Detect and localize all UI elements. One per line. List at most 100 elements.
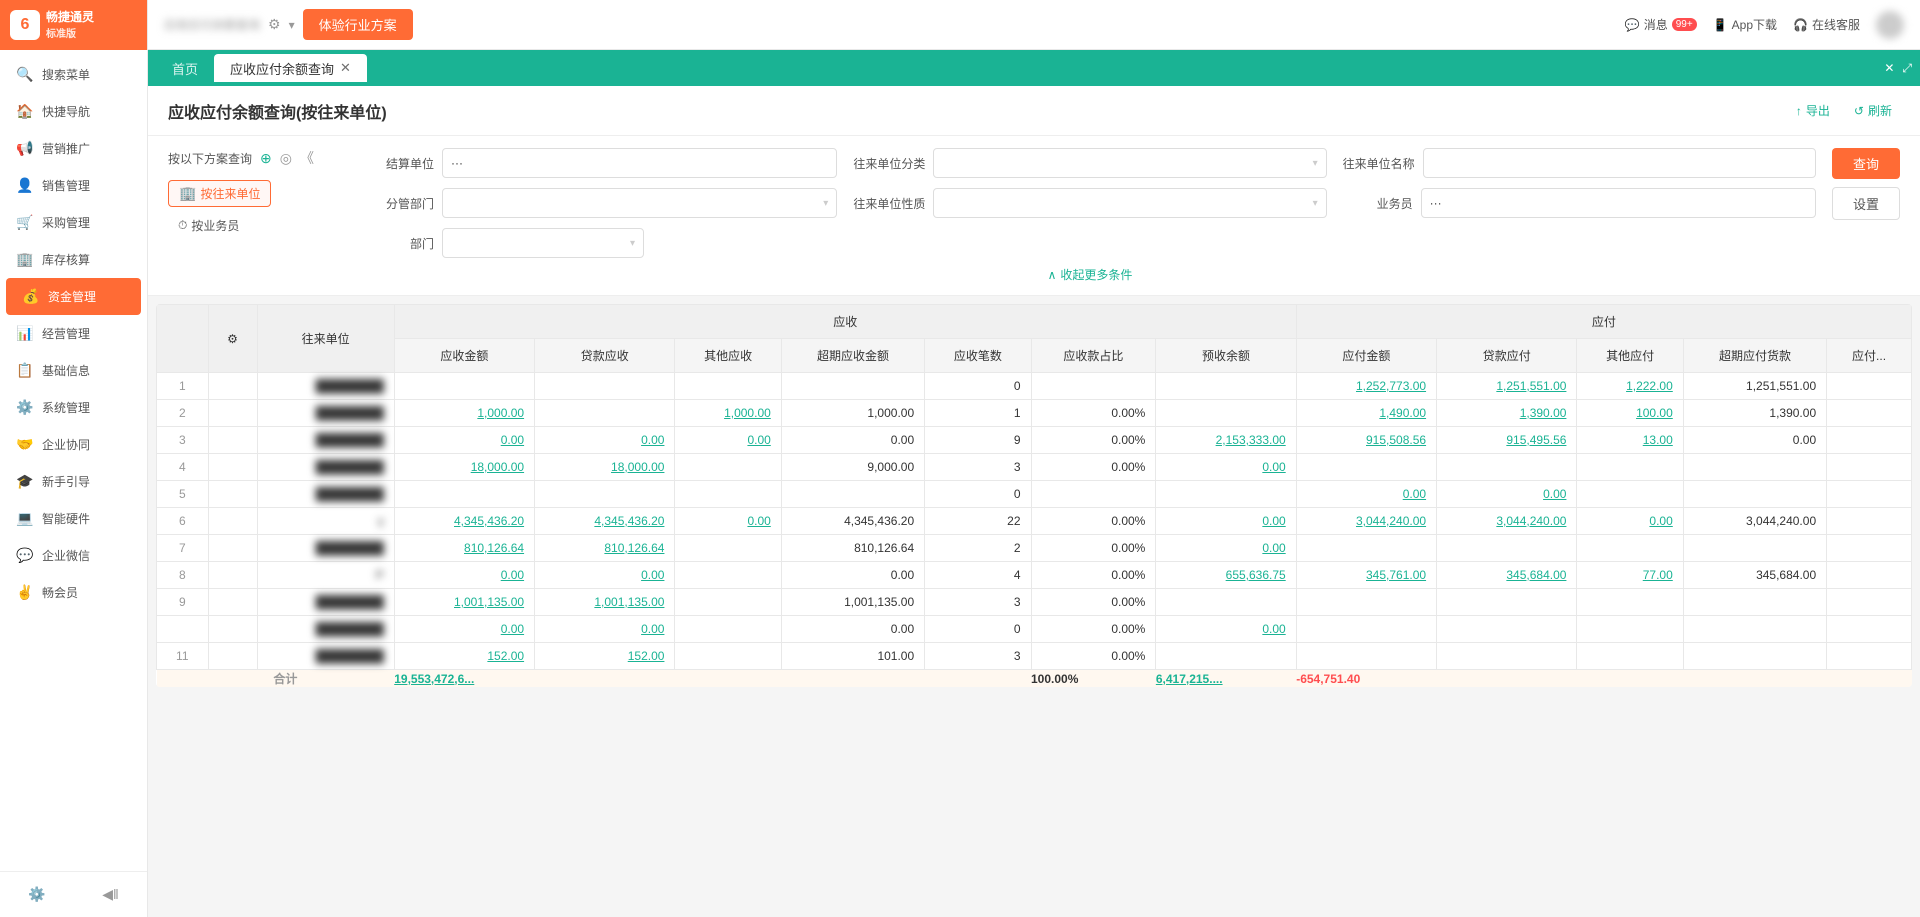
cell-link[interactable]: 4,345,436.20 bbox=[454, 514, 524, 528]
settings-footer-btn[interactable]: ⚙️ bbox=[20, 882, 53, 907]
cell-link[interactable]: 18,000.00 bbox=[471, 460, 524, 474]
collapse-footer-btn[interactable]: ◀‖ bbox=[94, 882, 127, 907]
sidebar-item-quick-nav[interactable]: 🏠快捷导航 bbox=[0, 93, 147, 130]
sidebar-item-marketing[interactable]: 📢营销推广 bbox=[0, 130, 147, 167]
header-dropdown-icon[interactable]: ▾ bbox=[289, 18, 295, 32]
trial-button[interactable]: 体验行业方案 bbox=[303, 9, 413, 40]
filter-collapse-btn[interactable]: 《 bbox=[300, 148, 314, 168]
app-download-btn[interactable]: 📱 App下载 bbox=[1713, 16, 1777, 33]
cell-link[interactable]: 0.00 bbox=[1262, 622, 1285, 636]
row-ap-overdue bbox=[1683, 616, 1826, 643]
sidebar-item-member[interactable]: ✌️畅会员 bbox=[0, 574, 147, 611]
filter-set-btn[interactable]: ◎ bbox=[280, 150, 292, 167]
sidebar-item-hardware[interactable]: 💻智能硬件 bbox=[0, 500, 147, 537]
filter-add-btn[interactable]: ⊕ bbox=[260, 150, 272, 167]
cell-link[interactable]: 915,508.56 bbox=[1366, 433, 1426, 447]
online-service-btn[interactable]: 🎧 在线客服 bbox=[1793, 16, 1860, 33]
export-button[interactable]: ↑ 导出 bbox=[1788, 98, 1838, 123]
row-partner: ████████ bbox=[257, 400, 394, 427]
cell-link[interactable]: 1,000.00 bbox=[477, 406, 524, 420]
cell-link[interactable]: 0.00 bbox=[641, 568, 664, 582]
tab-ar-ap[interactable]: 应收应付余额查询 ✕ bbox=[214, 54, 367, 82]
cell-link[interactable]: 0.00 bbox=[1262, 460, 1285, 474]
cell-link[interactable]: 345,761.00 bbox=[1366, 568, 1426, 582]
cell-link[interactable]: 1,000.00 bbox=[724, 406, 771, 420]
cell-link[interactable]: 1,001,135.00 bbox=[454, 595, 524, 609]
cell-link[interactable]: 4,345,436.20 bbox=[594, 514, 664, 528]
user-name[interactable] bbox=[1876, 11, 1904, 39]
table-scroll[interactable]: ⚙ 往来单位 应收 应付 应收金额 贷款应收 其他应收 超期应收金额 应收笔数 … bbox=[156, 304, 1912, 687]
cell-link[interactable]: 0.00 bbox=[501, 433, 524, 447]
cell-link[interactable]: 18,000.00 bbox=[611, 460, 664, 474]
cell-link[interactable]: 77.00 bbox=[1643, 568, 1673, 582]
messages-btn[interactable]: 💬 消息 99+ bbox=[1625, 16, 1697, 33]
cell-link[interactable]: 0.00 bbox=[1403, 487, 1426, 501]
cell-link[interactable]: 0.00 bbox=[1649, 514, 1672, 528]
cell-link[interactable]: 1,222.00 bbox=[1626, 379, 1673, 393]
cell-link[interactable]: 0.00 bbox=[641, 433, 664, 447]
tab-maximize-icon[interactable]: ⤢ bbox=[1902, 61, 1912, 76]
sidebar-item-operation[interactable]: 📊经营管理 bbox=[0, 315, 147, 352]
cell-link[interactable]: 1,490.00 bbox=[1379, 406, 1426, 420]
cell-link[interactable]: 810,126.64 bbox=[604, 541, 664, 555]
sidebar-item-finance[interactable]: 💰资金管理 bbox=[6, 278, 141, 315]
cell-link[interactable]: 345,684.00 bbox=[1506, 568, 1566, 582]
row-ar-other bbox=[675, 589, 781, 616]
division-dept-input[interactable]: ▾ bbox=[442, 188, 837, 218]
cell-link[interactable]: 3,044,240.00 bbox=[1496, 514, 1566, 528]
cell-link[interactable]: 13.00 bbox=[1643, 433, 1673, 447]
cell-link[interactable]: 0.00 bbox=[501, 568, 524, 582]
partner-name-input[interactable] bbox=[1423, 148, 1816, 178]
cell-link[interactable]: 0.00 bbox=[1262, 541, 1285, 555]
set-button[interactable]: 设置 bbox=[1832, 187, 1900, 220]
cell-link[interactable]: 152.00 bbox=[487, 649, 524, 663]
row-ar-loan: 0.00 bbox=[535, 616, 675, 643]
filter-top: 按以下方案查询 ⊕ ◎ 《 bbox=[168, 148, 348, 168]
sidebar-item-wechat[interactable]: 💬企业微信 bbox=[0, 537, 147, 574]
filter-option-by-salesman[interactable]: ⏱ 按业务员 bbox=[168, 213, 271, 238]
sidebar-item-system[interactable]: ⚙️系统管理 bbox=[0, 389, 147, 426]
sidebar-item-corp[interactable]: 🤝企业协同 bbox=[0, 426, 147, 463]
row-ar-prepay: 655,636.75 bbox=[1156, 562, 1296, 589]
collapse-button[interactable]: ∧ 收起更多条件 bbox=[1048, 266, 1133, 283]
salesman-input[interactable]: ··· bbox=[1421, 188, 1816, 218]
th-settings-icon[interactable]: ⚙ bbox=[208, 305, 257, 373]
cell-link[interactable]: 0.00 bbox=[1543, 487, 1566, 501]
filter-option-by-partner[interactable]: 🏢 按往来单位 bbox=[168, 180, 271, 207]
cell-link[interactable]: 152.00 bbox=[628, 649, 665, 663]
cell-link[interactable]: 915,495.56 bbox=[1506, 433, 1566, 447]
department-input[interactable]: ▾ bbox=[442, 228, 644, 258]
sidebar-item-inventory[interactable]: 🏢库存核算 bbox=[0, 241, 147, 278]
sidebar-item-basic[interactable]: 📋基础信息 bbox=[0, 352, 147, 389]
sidebar-item-sales[interactable]: 👤销售管理 bbox=[0, 167, 147, 204]
cell-link[interactable]: 0.00 bbox=[747, 514, 770, 528]
tab-home[interactable]: 首页 bbox=[156, 54, 214, 82]
cell-link[interactable]: 0.00 bbox=[641, 622, 664, 636]
refresh-button[interactable]: ↺ 刷新 bbox=[1846, 98, 1900, 123]
cell-link[interactable]: 655,636.75 bbox=[1226, 568, 1286, 582]
cell-link[interactable]: 0.00 bbox=[1262, 514, 1285, 528]
cell-link[interactable]: 0.00 bbox=[501, 622, 524, 636]
partner-nature-input[interactable]: ▾ bbox=[933, 188, 1326, 218]
tab-close-window-icon[interactable]: ✕ bbox=[1884, 61, 1894, 75]
settlement-unit-input[interactable]: ··· bbox=[442, 148, 837, 178]
partner-category-input[interactable]: ▾ bbox=[933, 148, 1326, 178]
tab-close-icon[interactable]: ✕ bbox=[340, 60, 351, 76]
row-ar-overdue: 1,000.00 bbox=[781, 400, 924, 427]
cell-link[interactable]: 2,153,333.00 bbox=[1216, 433, 1286, 447]
row-ar-prepay: 0.00 bbox=[1156, 616, 1296, 643]
cell-link[interactable]: 0.00 bbox=[747, 433, 770, 447]
cell-link[interactable]: 1,390.00 bbox=[1520, 406, 1567, 420]
cell-link[interactable]: 1,001,135.00 bbox=[594, 595, 664, 609]
cell-link[interactable]: 3,044,240.00 bbox=[1356, 514, 1426, 528]
sidebar-item-purchase[interactable]: 🛒采购管理 bbox=[0, 204, 147, 241]
cell-link[interactable]: 810,126.64 bbox=[464, 541, 524, 555]
sidebar-item-search-menu[interactable]: 🔍搜索菜单 bbox=[0, 56, 147, 93]
sidebar-item-guide[interactable]: 🎓新手引导 bbox=[0, 463, 147, 500]
query-button[interactable]: 查询 bbox=[1832, 148, 1900, 179]
header-gear-icon[interactable]: ⚙ bbox=[268, 16, 281, 33]
cell-link[interactable]: 1,252,773.00 bbox=[1356, 379, 1426, 393]
cell-link[interactable]: 1,251,551.00 bbox=[1496, 379, 1566, 393]
cell-link[interactable]: 100.00 bbox=[1636, 406, 1673, 420]
row-ar-loan bbox=[535, 481, 675, 508]
